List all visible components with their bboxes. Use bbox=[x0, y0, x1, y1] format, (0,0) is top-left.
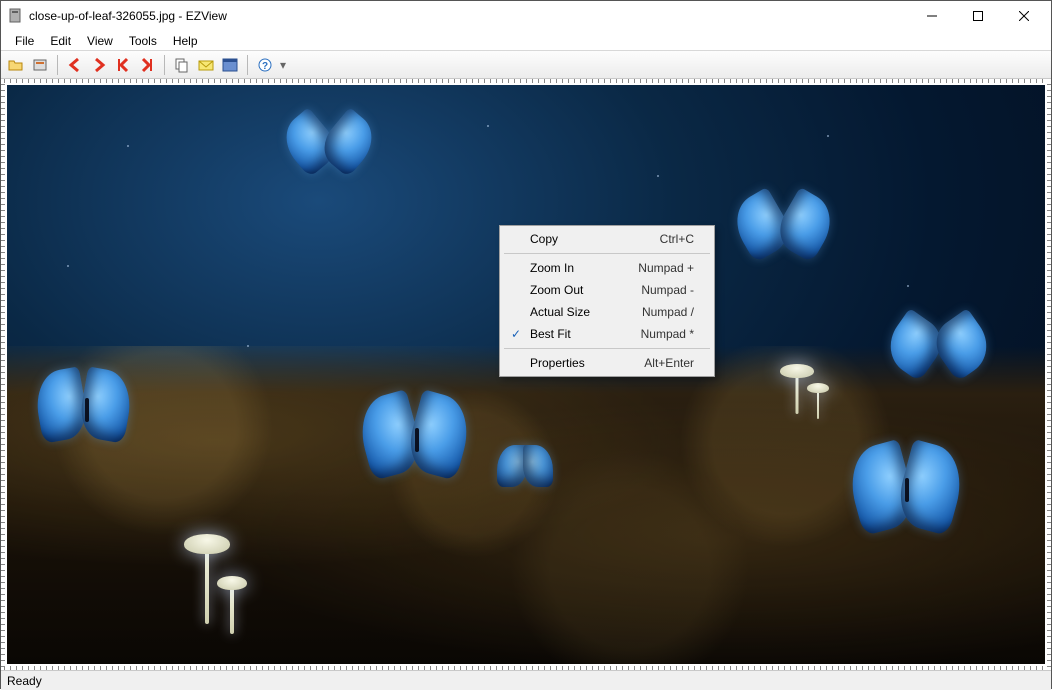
context-menu-actual-size[interactable]: Actual Size Numpad / bbox=[502, 301, 712, 323]
menu-file[interactable]: File bbox=[7, 32, 42, 50]
menu-tools[interactable]: Tools bbox=[121, 32, 165, 50]
app-icon bbox=[7, 8, 23, 24]
context-menu-label: Zoom Out bbox=[530, 283, 641, 297]
menu-edit[interactable]: Edit bbox=[42, 32, 79, 50]
context-menu-properties[interactable]: Properties Alt+Enter bbox=[502, 352, 712, 374]
status-bar: Ready bbox=[1, 670, 1051, 690]
window-title: close-up-of-leaf-326055.jpg - EZView bbox=[29, 9, 227, 23]
help-button[interactable]: ? bbox=[254, 54, 276, 76]
svg-text:?: ? bbox=[262, 61, 268, 72]
image-butterfly bbox=[37, 365, 137, 455]
image-butterfly bbox=[497, 445, 557, 500]
close-button[interactable] bbox=[1001, 1, 1047, 31]
context-menu-best-fit[interactable]: ✓ Best Fit Numpad * bbox=[502, 323, 712, 345]
fullscreen-button[interactable] bbox=[219, 54, 241, 76]
context-menu-shortcut: Numpad * bbox=[641, 327, 694, 341]
title-bar: close-up-of-leaf-326055.jpg - EZView bbox=[1, 1, 1051, 31]
image-butterfly bbox=[887, 320, 997, 390]
context-menu-shortcut: Numpad + bbox=[638, 261, 694, 275]
ruler-bottom bbox=[4, 666, 1048, 670]
context-menu: Copy Ctrl+C Zoom In Numpad + Zoom Out Nu… bbox=[499, 225, 715, 377]
context-menu-label: Copy bbox=[530, 232, 660, 246]
menu-bar: File Edit View Tools Help bbox=[1, 31, 1051, 51]
context-menu-shortcut: Ctrl+C bbox=[660, 232, 694, 246]
open-button[interactable] bbox=[5, 54, 27, 76]
check-icon: ✓ bbox=[508, 326, 524, 342]
image-butterfly bbox=[287, 115, 377, 185]
context-menu-label: Zoom In bbox=[530, 261, 638, 275]
context-menu-zoom-in[interactable]: Zoom In Numpad + bbox=[502, 257, 712, 279]
scan-button[interactable] bbox=[29, 54, 51, 76]
image-mushroom bbox=[807, 374, 829, 419]
first-button[interactable] bbox=[112, 54, 134, 76]
canvas-area: Copy Ctrl+C Zoom In Numpad + Zoom Out Nu… bbox=[1, 79, 1051, 670]
toolbar: ? ▾ bbox=[1, 51, 1051, 79]
context-menu-separator bbox=[504, 348, 710, 349]
context-menu-label: Properties bbox=[530, 356, 644, 370]
context-menu-zoom-out[interactable]: Zoom Out Numpad - bbox=[502, 279, 712, 301]
image-butterfly bbox=[737, 195, 837, 275]
last-button[interactable] bbox=[136, 54, 158, 76]
ruler-left bbox=[1, 82, 5, 667]
status-text: Ready bbox=[7, 674, 42, 688]
context-menu-copy[interactable]: Copy Ctrl+C bbox=[502, 228, 712, 250]
ruler-top bbox=[4, 79, 1048, 83]
copy-button[interactable] bbox=[171, 54, 193, 76]
context-menu-shortcut: Numpad - bbox=[641, 283, 694, 297]
image-butterfly bbox=[357, 385, 477, 495]
maximize-button[interactable] bbox=[955, 1, 1001, 31]
context-menu-separator bbox=[504, 253, 710, 254]
context-menu-label: Best Fit bbox=[530, 327, 641, 341]
context-menu-shortcut: Numpad / bbox=[642, 305, 694, 319]
menu-view[interactable]: View bbox=[79, 32, 121, 50]
context-menu-label: Actual Size bbox=[530, 305, 642, 319]
menu-help[interactable]: Help bbox=[165, 32, 206, 50]
minimize-button[interactable] bbox=[909, 1, 955, 31]
ruler-right bbox=[1047, 82, 1051, 667]
email-button[interactable] bbox=[195, 54, 217, 76]
image-mushroom bbox=[217, 564, 247, 634]
context-menu-shortcut: Alt+Enter bbox=[644, 356, 694, 370]
prev-button[interactable] bbox=[64, 54, 86, 76]
next-button[interactable] bbox=[88, 54, 110, 76]
image-butterfly bbox=[847, 435, 967, 545]
